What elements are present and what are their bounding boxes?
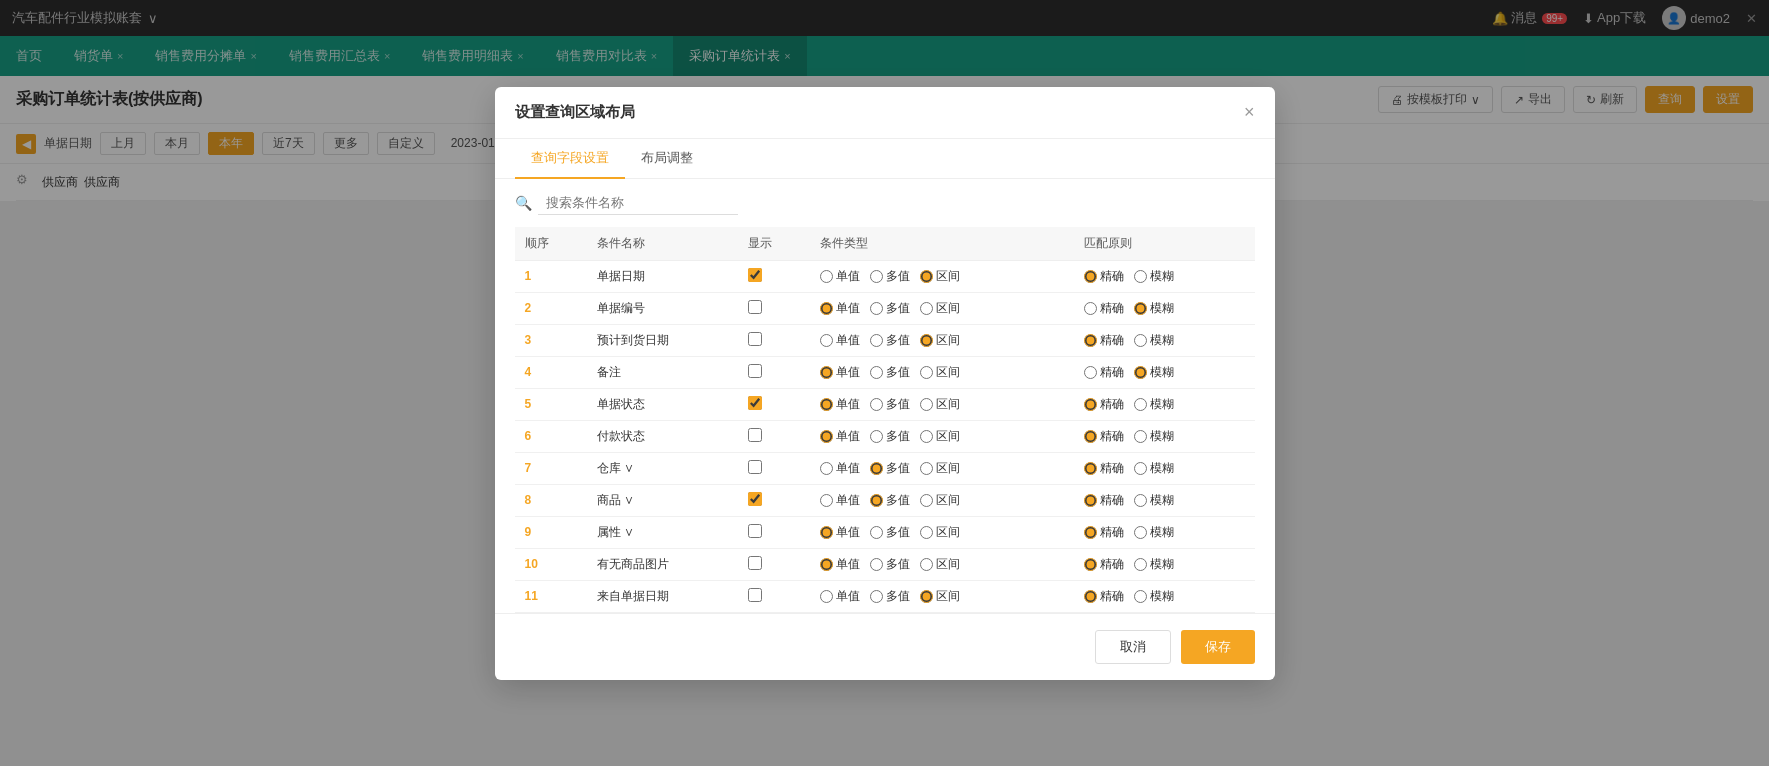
dialog-overlay: 设置查询区域布局 × 查询字段设置 布局调整 🔍 顺序 条件名称 显示 条件类型 xyxy=(0,0,1769,201)
tab-layout-adjust[interactable]: 布局调整 xyxy=(625,139,709,179)
search-icon: 🔍 xyxy=(515,195,532,202)
dialog-tabs: 查询字段设置 布局调整 xyxy=(495,139,1275,179)
search-input[interactable] xyxy=(538,191,738,202)
settings-dialog: 设置查询区域布局 × 查询字段设置 布局调整 🔍 顺序 条件名称 显示 条件类型 xyxy=(495,87,1275,202)
tab-field-settings[interactable]: 查询字段设置 xyxy=(515,139,625,179)
dialog-title: 设置查询区域布局 xyxy=(515,103,635,122)
dialog-header: 设置查询区域布局 × xyxy=(495,87,1275,139)
dialog-search-area: 🔍 xyxy=(495,179,1275,202)
dialog-close-button[interactable]: × xyxy=(1244,103,1255,121)
